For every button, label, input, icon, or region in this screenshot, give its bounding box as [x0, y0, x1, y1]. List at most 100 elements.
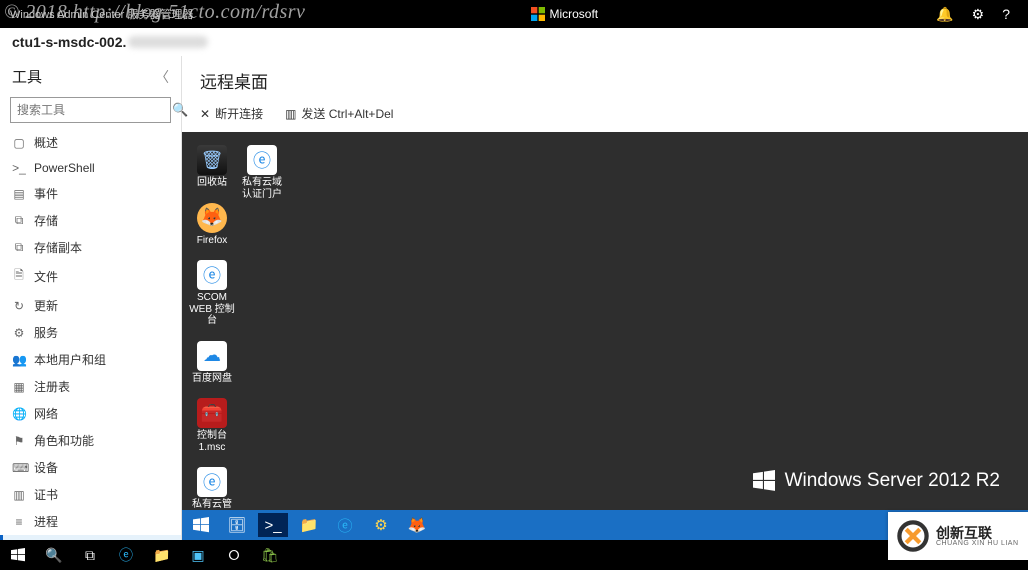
remote-explorer-icon[interactable]: 📁 — [294, 513, 324, 537]
sidebar-item-6[interactable]: ↻ 更新 — [0, 292, 181, 319]
desktop-icon-label: 百度网盘 — [192, 373, 232, 385]
sidebar-item-label: 概述 — [34, 134, 58, 151]
host-name-redacted — [128, 36, 208, 48]
remote-server-manager-icon[interactable]: 🗄 — [222, 513, 252, 537]
sidebar-item-label: 网络 — [34, 405, 58, 422]
sidebar-item-2[interactable]: ▤事件 — [0, 180, 181, 207]
sidebar-item-icon: >_ — [12, 161, 26, 175]
host-taskview-icon[interactable]: ⧉ — [76, 543, 104, 567]
desktop-icon[interactable]: 🧰控制台1.msc — [188, 398, 236, 453]
host-start-button[interactable] — [4, 543, 32, 567]
sidebar-item-icon: 🌐 — [12, 407, 26, 421]
sidebar-item-10[interactable]: 🌐 网络 — [0, 400, 181, 427]
sidebar-item-13[interactable]: ▥证书 — [0, 481, 181, 508]
app-icon: 🧰 — [197, 398, 227, 428]
sidebar-item-1[interactable]: >_ PowerShell — [0, 156, 181, 180]
sidebar-item-5[interactable]: 🗎 文件 — [0, 261, 181, 292]
app-icon: 🦊 — [197, 203, 227, 233]
app-icon: ⓔ — [247, 145, 277, 175]
sidebar-item-icon: ⚑ — [12, 434, 26, 448]
sidebar-item-icon: 🗎 — [12, 266, 26, 287]
sidebar-item-label: 存储副本 — [34, 239, 82, 256]
host-store-icon[interactable]: 🛍 — [256, 543, 284, 567]
close-icon: ✕ — [200, 107, 210, 121]
sidebar-item-11[interactable]: ⚑ 角色和功能 — [0, 427, 181, 454]
sidebar-item-label: 本地用户和组 — [34, 351, 106, 368]
sidebar-item-icon: ≡ — [12, 515, 26, 529]
badge-logo-icon — [896, 519, 930, 553]
remote-ie-icon[interactable]: ⓔ — [330, 513, 360, 537]
desktop-icon-label: 私有云域认证门户 — [238, 177, 286, 200]
microsoft-logo-icon — [531, 7, 545, 21]
sidebar-item-14[interactable]: ≡ 进程 — [0, 508, 181, 535]
sidebar-item-label: 事件 — [34, 185, 58, 202]
sidebar-item-8[interactable]: 👥 本地用户和组 — [0, 346, 181, 373]
sidebar-item-label: 更新 — [34, 297, 58, 314]
desktop-icon-label: SCOM WEB 控制台 — [188, 292, 236, 327]
microsoft-brand: Microsoft — [549, 7, 598, 21]
desktop-icon-label: 控制台1.msc — [188, 430, 236, 453]
collapse-sidebar-icon[interactable]: 〈 — [155, 67, 169, 87]
desktop-icon-label: Firefox — [197, 235, 228, 247]
settings-icon[interactable]: ⚙ — [972, 6, 985, 23]
app-icon: ⓔ — [197, 467, 227, 497]
sidebar-item-icon: ⌨ — [12, 461, 26, 475]
desktop-icon[interactable]: 🦊 Firefox — [188, 203, 236, 247]
host-app-icon[interactable]: ▣ — [184, 543, 212, 567]
notifications-icon[interactable]: 🔔 — [936, 6, 953, 23]
app-icon: ⓔ — [197, 260, 227, 290]
host-chrome-icon[interactable]: ⭘ — [220, 543, 248, 567]
sidebar-item-7[interactable]: ⚙服务 — [0, 319, 181, 346]
sidebar-item-icon: ⧉ — [12, 240, 26, 255]
send-ctrl-alt-del-button[interactable]: ▥发送 Ctrl+Alt+Del — [285, 105, 393, 122]
sidebar-item-icon: 👥 — [12, 353, 26, 367]
keyboard-icon: ▥ — [285, 107, 296, 121]
watermark: © 2018 http://blog.51cto.com/rdsrv — [0, 0, 309, 24]
sidebar-item-4[interactable]: ⧉ 存储副本 — [0, 234, 181, 261]
sidebar-item-label: 进程 — [34, 513, 58, 530]
desktop-icon[interactable]: 🗑 回收站 — [188, 145, 236, 189]
remote-firefox-icon[interactable]: 🦊 — [402, 513, 432, 537]
help-icon[interactable]: ? — [1002, 6, 1010, 23]
desktop-icon[interactable]: ⓔSCOM WEB 控制台 — [188, 260, 236, 327]
sidebar-item-label: 服务 — [34, 324, 58, 341]
host-name[interactable]: ctu1-s-msdc-002. — [12, 34, 126, 50]
sidebar-title: 工具 — [12, 66, 42, 87]
app-icon: 🗑 — [197, 145, 227, 175]
sidebar-item-label: 存储 — [34, 212, 58, 229]
sidebar-item-icon: ↻ — [12, 299, 26, 313]
sidebar-item-12[interactable]: ⌨设备 — [0, 454, 181, 481]
remote-powershell-icon[interactable]: >_ — [258, 513, 288, 537]
remote-desktop-viewport[interactable]: 🗑回收站🦊FirefoxⓔSCOM WEB 控制台☁百度网盘🧰控制台1.mscⓔ… — [182, 137, 1028, 540]
sidebar-item-label: 角色和功能 — [34, 432, 94, 449]
sidebar-item-3[interactable]: ⧉ 存储 — [0, 207, 181, 234]
tools-sidebar: 工具 〈 🔍 ▢ 概述 >_ PowerShell ▤事件 ⧉ 存储 ⧉ 存储副本 🗎 文件 ↻ 更新 ⚙… — [0, 56, 182, 540]
host-taskbar[interactable]: 🔍 ⧉ ⓔ 📁 ▣ ⭘ 🛍 ▭ — [0, 540, 1028, 570]
desktop-icon[interactable]: ⓔ私有云域认证门户 — [238, 145, 286, 200]
host-ie-icon[interactable]: ⓔ — [112, 543, 140, 567]
watermark-badge: 创新互联CHUANG XIN HU LIAN — [888, 512, 1028, 560]
disconnect-button[interactable]: ✕断开连接 — [200, 105, 263, 122]
search-input[interactable] — [17, 103, 172, 117]
sidebar-item-0[interactable]: ▢ 概述 — [0, 129, 181, 156]
sidebar-item-label: 注册表 — [34, 378, 70, 395]
remote-start-button[interactable] — [186, 513, 216, 537]
remote-settings-icon[interactable]: ⚙ — [366, 513, 396, 537]
search-tools[interactable]: 🔍 — [10, 97, 171, 123]
sidebar-item-icon: ▢ — [12, 136, 26, 150]
sidebar-item-label: 文件 — [34, 268, 58, 285]
host-breadcrumb: ctu1-s-msdc-002. — [0, 28, 1028, 56]
app-icon: ☁ — [197, 341, 227, 371]
sidebar-item-label: PowerShell — [34, 161, 95, 175]
host-search-icon[interactable]: 🔍 — [40, 543, 68, 567]
sidebar-item-9[interactable]: ▦ 注册表 — [0, 373, 181, 400]
desktop-icon-label: 回收站 — [197, 177, 227, 189]
page-title: 远程桌面 — [182, 56, 1028, 101]
sidebar-item-icon: ⧉ — [12, 213, 26, 228]
os-brand: Windows Server 2012 R2 — [753, 470, 1000, 492]
sidebar-item-icon: ▥ — [12, 488, 26, 502]
host-explorer-icon[interactable]: 📁 — [148, 543, 176, 567]
sidebar-item-icon: ▦ — [12, 380, 26, 394]
windows-logo-icon — [753, 470, 775, 492]
desktop-icon[interactable]: ☁ 百度网盘 — [188, 341, 236, 385]
